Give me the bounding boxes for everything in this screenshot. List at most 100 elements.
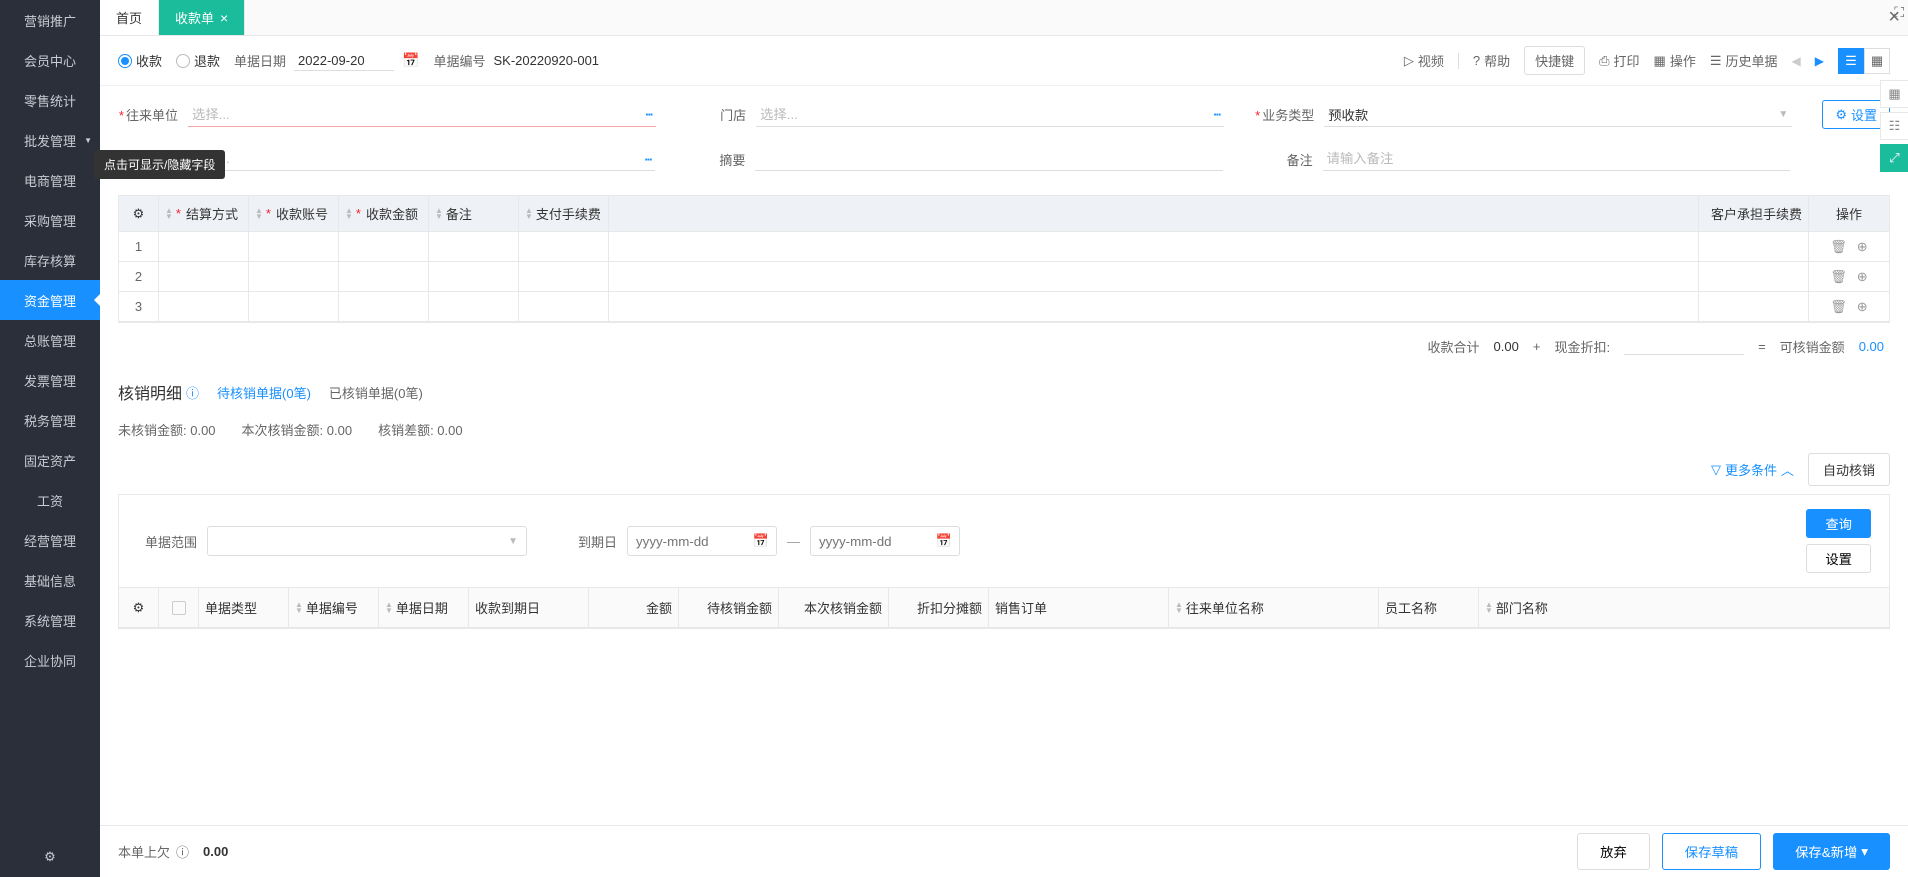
sidebar-item-purchase[interactable]: 采购管理	[0, 200, 100, 240]
fullscreen-icon[interactable]: ⛶	[1894, 4, 1904, 21]
tab-home[interactable]: 首页	[100, 0, 159, 35]
col-fee[interactable]: ▲▼支付手续费	[519, 196, 609, 231]
hidden-input[interactable]	[188, 147, 655, 171]
dcol-emp[interactable]: 员工名称	[1379, 588, 1479, 627]
summary-input[interactable]	[755, 147, 1222, 171]
grid-row[interactable]: 2 🗑⊕	[119, 262, 1889, 292]
shortcut-button[interactable]: 快捷键	[1524, 46, 1585, 75]
dcol-this[interactable]: 本次核销金额	[779, 588, 889, 627]
shop-input[interactable]	[756, 103, 1224, 127]
col-custfee: 客户承担手续费	[1699, 196, 1809, 231]
check-all[interactable]	[159, 588, 199, 627]
sidebar-item-tax[interactable]: 税务管理	[0, 400, 100, 440]
radio-receive[interactable]: 收款	[118, 51, 162, 70]
sidebar-item-ledger[interactable]: 总账管理	[0, 320, 100, 360]
calendar-icon[interactable]: 📅	[402, 52, 419, 69]
add-row-icon[interactable]: ⊕	[1857, 299, 1868, 315]
sidebar-item-system[interactable]: 系统管理	[0, 600, 100, 640]
dcol-pending[interactable]: 待核销金额	[679, 588, 779, 627]
dcol-no[interactable]: ▲▼单据编号	[289, 588, 379, 627]
sidebar-item-marketing[interactable]: 营销推广	[0, 0, 100, 40]
writeoff-tab-pending[interactable]: 待核销单据(0笔)	[217, 383, 311, 402]
video-button[interactable]: ▷视频	[1404, 51, 1444, 70]
summary-field: 摘要	[685, 147, 1222, 171]
dcol-due[interactable]: 收款到期日	[469, 588, 589, 627]
footer: 本单上欠 ⓘ 0.00 放弃 保存草稿 保存&新增▾	[100, 825, 1908, 877]
save-new-button[interactable]: 保存&新增▾	[1773, 833, 1890, 870]
dcol-dept[interactable]: ▲▼部门名称	[1479, 588, 1889, 627]
dcol-partner[interactable]: ▲▼往来单位名称	[1169, 588, 1379, 627]
sidebar-settings-icon[interactable]: ⚙	[0, 837, 100, 877]
add-row-icon[interactable]: ⊕	[1857, 239, 1868, 255]
calendar-icon[interactable]: 📅	[753, 533, 769, 549]
print-button[interactable]: ⎙打印	[1599, 51, 1639, 70]
query-button[interactable]: 查询	[1806, 509, 1871, 538]
calendar-icon[interactable]: 📅	[936, 533, 952, 549]
more-conditions-button[interactable]: ▽更多条件︿	[1711, 460, 1794, 479]
more-icon[interactable]: ···	[645, 107, 652, 122]
add-row-icon[interactable]: ⊕	[1857, 269, 1868, 285]
sidebar-item-business[interactable]: 经营管理	[0, 520, 100, 560]
save-draft-button[interactable]: 保存草稿	[1662, 833, 1761, 870]
sidebar-item-invoice[interactable]: 发票管理	[0, 360, 100, 400]
delete-icon[interactable]: 🗑	[1830, 269, 1847, 285]
col-amount[interactable]: ▲▼*收款金额	[339, 196, 429, 231]
sidebar-item-collab[interactable]: 企业协同	[0, 640, 100, 680]
next-doc-icon[interactable]: ▶	[1815, 54, 1824, 68]
remark-input[interactable]	[1323, 147, 1790, 171]
cash-discount-input[interactable]	[1624, 339, 1744, 355]
view-list-icon[interactable]: ☰	[1838, 48, 1864, 74]
detail-gear-icon[interactable]: ⚙	[119, 588, 159, 627]
filter-box: 单据范围 ▼ 到期日 📅 — 📅 查询 设置	[118, 494, 1890, 588]
history-button[interactable]: ☰历史单据	[1710, 51, 1778, 70]
dcol-disc[interactable]: 折扣分摊额	[889, 588, 989, 627]
grid-row[interactable]: 1 🗑⊕	[119, 232, 1889, 262]
rail-btn-expand[interactable]: ⤢	[1880, 144, 1908, 172]
tab-close-icon[interactable]: ×	[220, 10, 228, 26]
more-icon[interactable]: ···	[1213, 107, 1220, 122]
auto-writeoff-button[interactable]: 自动核销	[1808, 453, 1890, 486]
col-remark[interactable]: ▲▼备注	[429, 196, 519, 231]
dcol-date[interactable]: ▲▼单据日期	[379, 588, 469, 627]
rail-btn-2[interactable]: ☷	[1880, 112, 1908, 140]
filter-settings-button[interactable]: 设置	[1806, 544, 1871, 573]
biztype-input[interactable]	[1324, 103, 1792, 127]
sidebar-item-basic-info[interactable]: 基础信息	[0, 560, 100, 600]
radio-refund[interactable]: 退款	[176, 51, 220, 70]
dcol-amount[interactable]: 金额	[589, 588, 679, 627]
doc-date-input[interactable]: 2022-09-20	[294, 51, 394, 71]
receipt-type-radio-group: 收款 退款	[118, 51, 220, 70]
writeoff-tab-done[interactable]: 已核销单据(0笔)	[329, 383, 423, 402]
tab-receipt[interactable]: 收款单 ×	[159, 0, 245, 35]
prev-doc-icon[interactable]: ◀	[1792, 54, 1801, 68]
info-icon[interactable]: ⓘ	[176, 842, 189, 861]
sidebar-item-funds[interactable]: 资金管理	[0, 280, 100, 320]
dcol-type[interactable]: 单据类型	[199, 588, 289, 627]
grid-gear-icon[interactable]: ⚙	[119, 196, 159, 231]
sidebar-item-salary[interactable]: 工资	[0, 480, 100, 520]
rail-btn-1[interactable]: ▦	[1880, 80, 1908, 108]
grid-row[interactable]: 3 🗑⊕	[119, 292, 1889, 322]
filter-icon: ▽	[1711, 462, 1721, 478]
sidebar-item-inventory[interactable]: 库存核算	[0, 240, 100, 280]
sidebar-item-ecommerce[interactable]: 电商管理	[0, 160, 100, 200]
sidebar-item-fixed-assets[interactable]: 固定资产	[0, 440, 100, 480]
help-icon[interactable]: ⓘ	[186, 383, 199, 402]
delete-icon[interactable]: 🗑	[1830, 299, 1847, 315]
operate-button[interactable]: ▦操作	[1654, 51, 1696, 70]
dcol-order[interactable]: 销售订单	[989, 588, 1169, 627]
chevron-down-icon[interactable]: ▼	[1778, 109, 1788, 120]
partner-input[interactable]	[188, 103, 656, 127]
doc-range-select[interactable]: ▼	[207, 526, 527, 556]
discard-button[interactable]: 放弃	[1577, 833, 1650, 870]
sidebar-item-wholesale[interactable]: 批发管理	[0, 120, 100, 160]
more-icon[interactable]: ···	[644, 152, 651, 167]
delete-icon[interactable]: 🗑	[1830, 239, 1847, 255]
sidebar-item-retail-stats[interactable]: 零售统计	[0, 80, 100, 120]
sidebar-item-member[interactable]: 会员中心	[0, 40, 100, 80]
col-method[interactable]: ▲▼*结算方式	[159, 196, 249, 231]
view-card-icon[interactable]: ▦	[1864, 48, 1890, 74]
payment-grid: ⚙ ▲▼*结算方式 ▲▼*收款账号 ▲▼*收款金额 ▲▼备注 ▲▼支付手续费 客…	[118, 195, 1890, 323]
col-account[interactable]: ▲▼*收款账号	[249, 196, 339, 231]
help-button[interactable]: ?帮助	[1473, 51, 1510, 70]
